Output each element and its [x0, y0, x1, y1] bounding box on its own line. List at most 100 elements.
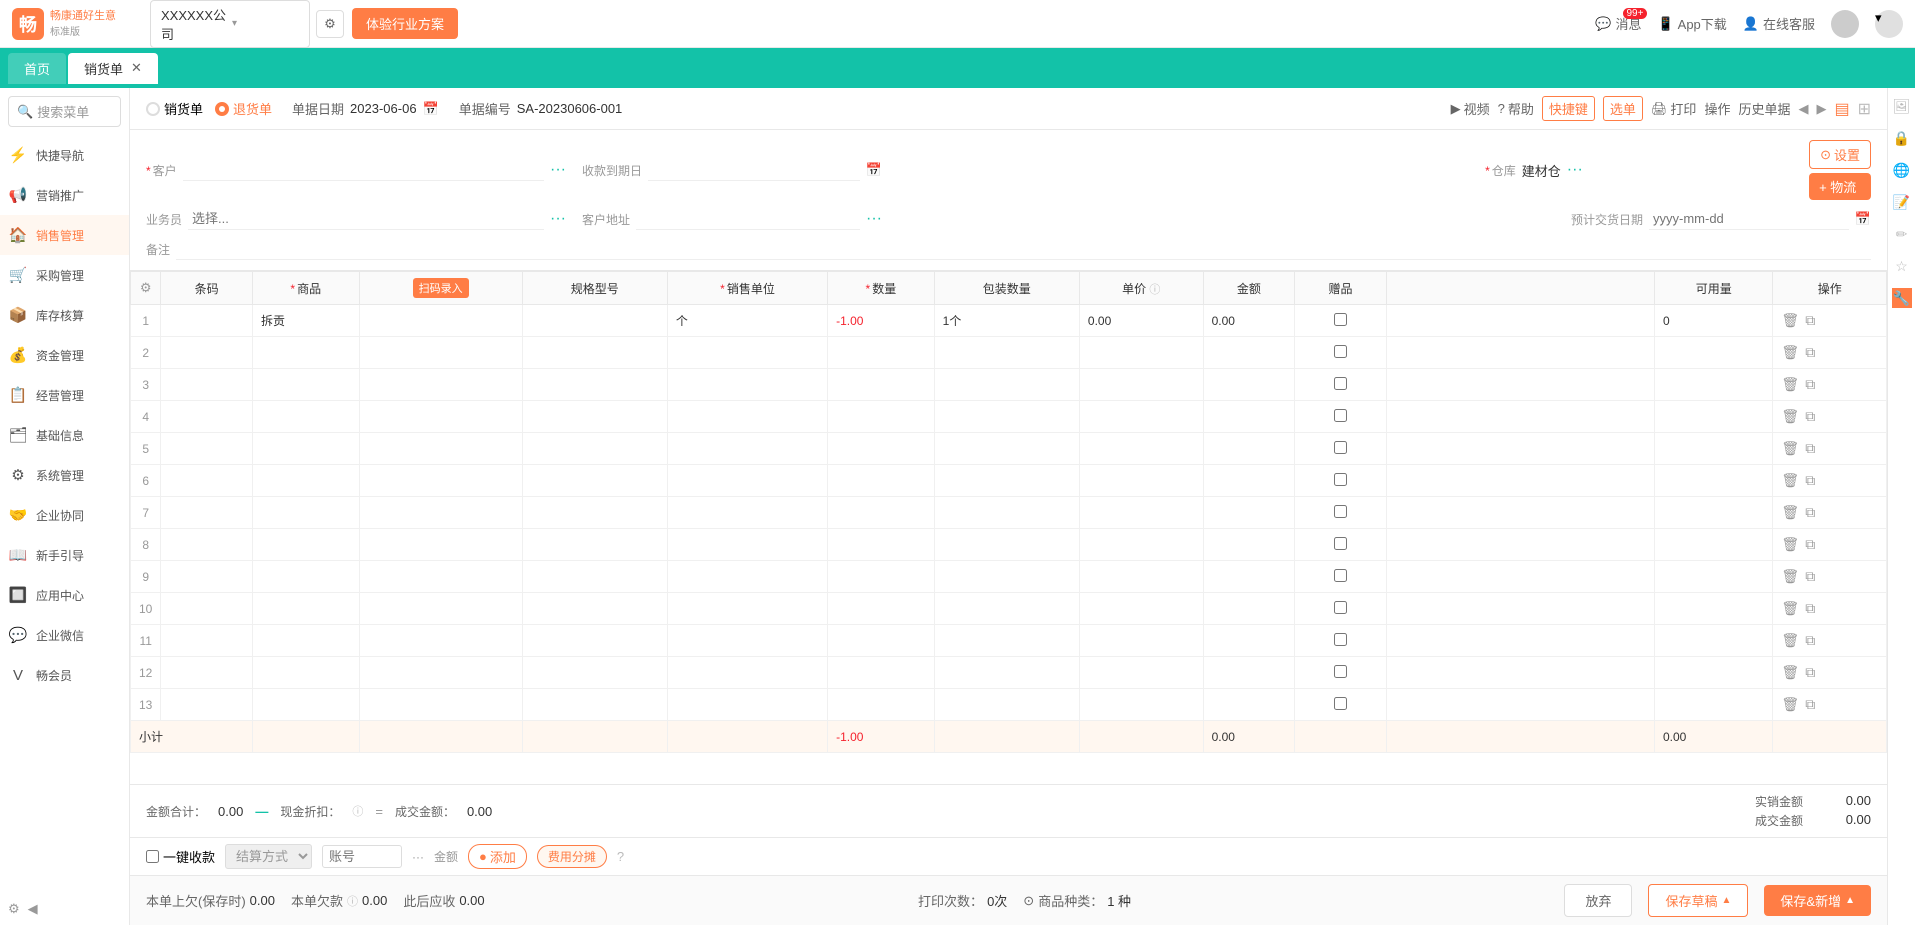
row-amount[interactable] — [1203, 401, 1295, 433]
row-product[interactable] — [253, 465, 360, 497]
row-spec[interactable] — [522, 689, 667, 721]
gift-checkbox[interactable] — [1334, 537, 1347, 550]
delete-icon[interactable]: 🗑 — [1781, 536, 1799, 553]
sidebar-item-purchase[interactable]: 🛒 采购管理 — [0, 255, 129, 295]
delete-icon[interactable]: 🗑 — [1781, 312, 1799, 329]
row-unit[interactable] — [667, 529, 827, 561]
choose-button[interactable]: 选单 — [1603, 96, 1643, 121]
sidebar-item-finance[interactable]: 💰 资金管理 — [0, 335, 129, 375]
row-amount[interactable] — [1203, 529, 1295, 561]
row-unit-price[interactable] — [1079, 657, 1203, 689]
row-qty[interactable] — [828, 657, 935, 689]
row-product[interactable] — [253, 689, 360, 721]
address-dots-icon[interactable]: ··· — [866, 210, 882, 228]
row-unit[interactable] — [667, 369, 827, 401]
tab-sale-order[interactable]: 销货单 ✕ — [68, 53, 158, 84]
row-gift[interactable] — [1295, 401, 1387, 433]
search-menu-button[interactable]: 🔍 搜索菜单 — [8, 96, 121, 127]
table-container[interactable]: ⚙ 条码 商品 扫码录入 规格型号 销售单位 数量 包装数量 单价 ⓘ 金额 赠… — [130, 270, 1887, 784]
payment-date-calendar-icon[interactable]: 📅 — [866, 162, 882, 178]
avatar[interactable] — [1831, 10, 1859, 38]
row-unit[interactable] — [667, 337, 827, 369]
row-pkg-qty[interactable] — [934, 465, 1079, 497]
col-scan-btn[interactable]: 扫码录入 — [359, 272, 522, 305]
delete-icon[interactable]: 🗑 — [1781, 600, 1799, 617]
copy-icon[interactable]: ⧉ — [1805, 632, 1815, 649]
row-amount[interactable] — [1203, 337, 1295, 369]
row-unit[interactable] — [667, 497, 827, 529]
customer-input[interactable] — [183, 159, 544, 181]
row-pkg-qty[interactable] — [934, 625, 1079, 657]
gift-checkbox[interactable] — [1334, 409, 1347, 422]
save-new-button[interactable]: 保存&新增 ▲ — [1764, 885, 1871, 916]
customer-dots-icon[interactable]: ··· — [550, 161, 566, 179]
right-sidebar-star-icon[interactable]: ☆ — [1892, 256, 1912, 276]
tab-home[interactable]: 首页 — [8, 53, 66, 84]
row-spec[interactable] — [522, 433, 667, 465]
row-pkg-qty[interactable] — [934, 433, 1079, 465]
gift-checkbox[interactable] — [1334, 441, 1347, 454]
sidebar-item-guide[interactable]: 📖 新手引导 — [0, 535, 129, 575]
row-product[interactable] — [253, 657, 360, 689]
row-barcode[interactable] — [161, 465, 253, 497]
dots-icon[interactable]: ··· — [412, 850, 424, 864]
sidebar-item-wechat[interactable]: 💬 企业微信 — [0, 615, 129, 655]
row-product[interactable] — [253, 337, 360, 369]
row-unit[interactable] — [667, 625, 827, 657]
gift-checkbox[interactable] — [1334, 313, 1347, 326]
row-pkg-qty[interactable] — [934, 529, 1079, 561]
row-spec[interactable] — [522, 625, 667, 657]
row-pkg-qty[interactable] — [934, 657, 1079, 689]
row-gift[interactable] — [1295, 657, 1387, 689]
copy-icon[interactable]: ⧉ — [1805, 536, 1815, 553]
shortcut-button[interactable]: 快捷键 — [1542, 96, 1595, 121]
row-qty[interactable] — [828, 561, 935, 593]
sidebar-item-quick-nav[interactable]: ⚡ 快捷导航 — [0, 135, 129, 175]
row-barcode[interactable] — [161, 401, 253, 433]
gift-checkbox[interactable] — [1334, 505, 1347, 518]
copy-icon[interactable]: ⧉ — [1805, 664, 1815, 681]
company-selector[interactable]: XXXXXX公司 ▾ — [150, 0, 310, 48]
row-product[interactable] — [253, 625, 360, 657]
sidebar-collapse-icon[interactable]: ◀ — [28, 901, 38, 917]
row-unit[interactable] — [667, 433, 827, 465]
row-pkg-qty[interactable]: 1个 — [934, 305, 1079, 337]
row-unit-price[interactable] — [1079, 689, 1203, 721]
row-amount[interactable] — [1203, 497, 1295, 529]
debt-help-icon[interactable]: ⓘ — [347, 893, 358, 909]
copy-icon[interactable]: ⧉ — [1805, 504, 1815, 521]
row-spec[interactable] — [522, 529, 667, 561]
row-amount[interactable] — [1203, 465, 1295, 497]
right-sidebar-orange-icon[interactable]: 🔧 — [1892, 288, 1912, 308]
gift-checkbox[interactable] — [1334, 601, 1347, 614]
experience-button[interactable]: 体验行业方案 — [352, 8, 458, 39]
gift-checkbox[interactable] — [1334, 569, 1347, 582]
gift-checkbox[interactable] — [1334, 633, 1347, 646]
copy-icon[interactable]: ⧉ — [1805, 568, 1815, 585]
gift-checkbox[interactable] — [1334, 665, 1347, 678]
row-qty[interactable] — [828, 529, 935, 561]
row-gift[interactable] — [1295, 497, 1387, 529]
row-unit-price[interactable] — [1079, 561, 1203, 593]
radio-return[interactable]: 退货单 — [215, 99, 272, 118]
col-settings[interactable]: ⚙ — [131, 272, 161, 305]
row-barcode[interactable] — [161, 497, 253, 529]
row-unit[interactable] — [667, 561, 827, 593]
tab-close-icon[interactable]: ✕ — [131, 60, 142, 76]
row-barcode[interactable] — [161, 305, 253, 337]
sidebar-item-enterprise[interactable]: 🤝 企业协同 — [0, 495, 129, 535]
row-spec[interactable] — [522, 369, 667, 401]
row-unit[interactable] — [667, 689, 827, 721]
delete-icon[interactable]: 🗑 — [1781, 696, 1799, 713]
row-unit-price[interactable] — [1079, 465, 1203, 497]
row-spec[interactable] — [522, 593, 667, 625]
row-pkg-qty[interactable] — [934, 689, 1079, 721]
salesperson-dots-icon[interactable]: ··· — [550, 210, 566, 228]
nav-next-icon[interactable]: ▶ — [1816, 101, 1826, 117]
video-button[interactable]: ▶ 视频 — [1451, 99, 1490, 118]
row-qty[interactable] — [828, 689, 935, 721]
sidebar-item-base-info[interactable]: 🗂 基础信息 — [0, 415, 129, 455]
row-barcode[interactable] — [161, 657, 253, 689]
row-barcode[interactable] — [161, 529, 253, 561]
settings-button[interactable]: ⊙ ⊙ 设置 设置 — [1809, 140, 1871, 169]
